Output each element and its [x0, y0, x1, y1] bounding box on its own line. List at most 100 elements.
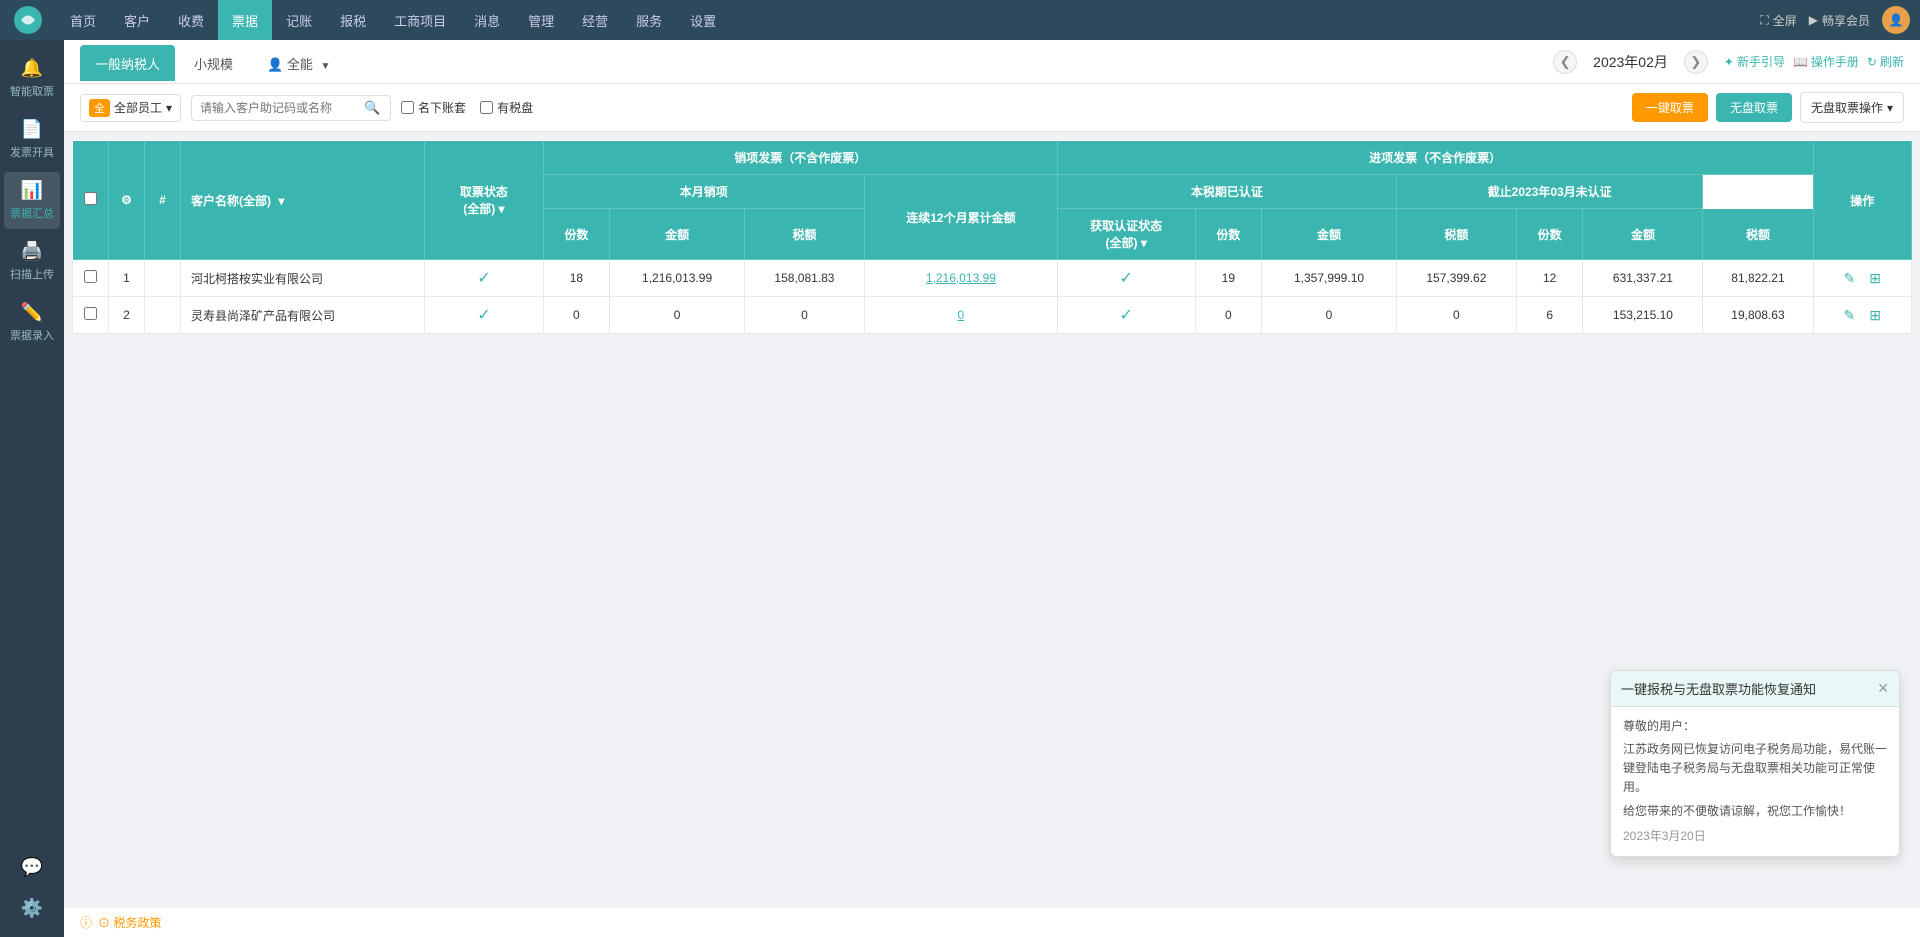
chat-icon: 💬: [21, 857, 43, 878]
sidebar-item-help[interactable]: 💬: [4, 849, 60, 886]
fullscreen-icon: ⛶: [1760, 13, 1768, 28]
no-disk-ops-btn[interactable]: 无盘取票操作 ▾: [1800, 92, 1904, 123]
row2-check[interactable]: [73, 297, 109, 334]
month-navigation: ❮ 2023年02月 ❯: [1553, 50, 1708, 74]
row1-pur-rec-tax: 157,399.62: [1396, 260, 1516, 297]
row1-customer: 河北柯搭桉实业有限公司: [181, 260, 425, 297]
row2-edit-icon[interactable]: ✎: [1844, 307, 1856, 324]
tab-all[interactable]: 👤 全能 ▼: [252, 45, 345, 81]
row2-pur-unrec-tax: 19,808.63: [1703, 297, 1813, 334]
th-sales-group: 销项发票（不含作废票）: [543, 141, 1057, 175]
employee-select[interactable]: 全 全部员工 ▾: [80, 94, 181, 122]
nav-invoice[interactable]: 票据: [218, 0, 272, 40]
tab-general-taxpayer[interactable]: 一般纳税人: [80, 45, 175, 81]
row1-sales-amount: 1,216,013.99: [610, 260, 745, 297]
sidebar-bottom: 💬 ⚙️: [4, 849, 60, 937]
refresh-icon: ↻: [1867, 55, 1877, 69]
fullscreen-btn[interactable]: ⛶ 全屏: [1760, 12, 1796, 29]
filter-checkboxes: 名下账套 有税盘: [401, 99, 533, 116]
nav-tax[interactable]: 报税: [326, 0, 380, 40]
row1-edit-icon[interactable]: ✎: [1844, 270, 1856, 287]
row1-detail-icon[interactable]: ⊞: [1869, 270, 1881, 287]
app-logo: [10, 2, 46, 38]
search-box: 🔍: [191, 95, 391, 121]
row2-sales-continuous[interactable]: 0: [864, 297, 1057, 334]
my-account-checkbox[interactable]: [401, 101, 414, 114]
search-input[interactable]: [200, 101, 360, 115]
th-purchase-group: 进项发票（不含作废票）: [1057, 141, 1813, 175]
bell-icon: 🔔: [21, 58, 43, 79]
settings-icon[interactable]: ⚙: [121, 193, 132, 207]
th-num: #: [145, 141, 181, 260]
row1-actions: ✎ ⊞: [1813, 260, 1911, 297]
tabs-actions: ✦ 新手引导 📖 操作手册 ↻ 刷新: [1724, 53, 1904, 70]
row1-check[interactable]: [73, 260, 109, 297]
row2-pur-rec-status: ✓: [1057, 297, 1195, 334]
popup-notification: 一键报税与无盘取票功能恢复通知 ✕ 尊敬的用户： 江苏政务网已恢复访问电子税务局…: [1610, 670, 1900, 857]
sidebar: 🔔 智能取票 📄 发票开具 📊 票据汇总 🖨️ 扫描上传 ✏️ 票据录入 💬 ⚙…: [0, 40, 64, 937]
nav-customer[interactable]: 客户: [110, 0, 164, 40]
sidebar-item-entry[interactable]: ✏️ 票据录入: [4, 294, 60, 351]
manual-btn[interactable]: 📖 操作手册: [1793, 53, 1859, 70]
sidebar-item-scan[interactable]: 🖨️ 扫描上传: [4, 233, 60, 290]
member-btn[interactable]: ▶ 畅享会员: [1809, 12, 1870, 29]
th-sales-month: 本月销项: [543, 175, 864, 209]
status-filter-icon: ▾: [499, 202, 505, 216]
nav-bookkeeping[interactable]: 记账: [272, 0, 326, 40]
select-all-checkbox[interactable]: [84, 192, 97, 205]
row2-detail-icon[interactable]: ⊞: [1869, 307, 1881, 324]
th-pur-rec-tax: 税额: [1396, 209, 1516, 260]
nav-service[interactable]: 服务: [622, 0, 676, 40]
row1-pur-rec-amount: 1,357,999.10: [1262, 260, 1397, 297]
toolbar: 全 全部员工 ▾ 🔍 名下账套 有税盘 一键取票 无盘取票: [64, 84, 1920, 132]
th-customer[interactable]: 客户名称(全部) ▾: [181, 141, 425, 260]
dropdown-arrow-icon: ▼: [320, 61, 330, 72]
employee-badge: 全: [89, 99, 110, 117]
nav-fee[interactable]: 收费: [164, 0, 218, 40]
tax-disk-checkbox[interactable]: [480, 101, 493, 114]
row2-sales-amount: 0: [610, 297, 745, 334]
play-icon: ▶: [1809, 13, 1818, 27]
row2-cancel-status: ✓: [425, 297, 543, 334]
th-cancel-status[interactable]: 取票状态(全部) ▾: [425, 141, 543, 260]
row2-customer: 灵寿县尚泽矿产品有限公司: [181, 297, 425, 334]
user-avatar[interactable]: 👤: [1882, 6, 1910, 34]
prev-month-btn[interactable]: ❮: [1553, 50, 1577, 74]
search-icon[interactable]: 🔍: [364, 100, 380, 116]
th-pur-rec-amount: 金额: [1262, 209, 1397, 260]
th-pur-unrec-amount: 金额: [1583, 209, 1703, 260]
popup-content: 江苏政务网已恢复访问电子税务局功能，易代账一键登陆电子税务局与无盘取票相关功能可…: [1623, 740, 1887, 798]
nav-settings[interactable]: 设置: [676, 0, 730, 40]
refresh-btn[interactable]: ↻ 刷新: [1867, 53, 1904, 70]
bottom-bar: ⓘ ⊙ 税务政策: [64, 907, 1920, 937]
new-guide-btn[interactable]: ✦ 新手引导: [1724, 53, 1785, 70]
filter-icon: ▾: [278, 194, 284, 208]
row1-sales-continuous[interactable]: 1,216,013.99: [864, 260, 1057, 297]
tab-small-scale[interactable]: 小规模: [179, 45, 248, 81]
sidebar-item-summary[interactable]: 📊 票据汇总: [4, 172, 60, 229]
row2-pur-unrec-amount: 153,215.10: [1583, 297, 1703, 334]
sidebar-item-open-invoice[interactable]: 📄 发票开具: [4, 111, 60, 168]
next-month-btn[interactable]: ❯: [1684, 50, 1708, 74]
nav-message[interactable]: 消息: [460, 0, 514, 40]
th-pur-rec-count: 份数: [1195, 209, 1262, 260]
nav-manage[interactable]: 管理: [514, 0, 568, 40]
sidebar-item-config[interactable]: ⚙️: [4, 890, 60, 927]
popup-close-btn[interactable]: ✕: [1877, 680, 1889, 697]
tax-policy-link[interactable]: ⊙ 税务政策: [98, 914, 161, 931]
nav-business[interactable]: 工商项目: [380, 0, 460, 40]
one-click-fetch-btn[interactable]: 一键取票: [1632, 93, 1708, 122]
popup-greeting: 尊敬的用户：: [1623, 717, 1887, 736]
checkbox-my-account[interactable]: 名下账套: [401, 99, 466, 116]
row2-pur-rec-count: 0: [1195, 297, 1262, 334]
no-disk-fetch-btn[interactable]: 无盘取票: [1716, 93, 1792, 122]
nav-operation[interactable]: 经营: [568, 0, 622, 40]
popup-header: 一键报税与无盘取票功能恢复通知 ✕: [1611, 671, 1899, 707]
book-icon: 📖: [1793, 55, 1808, 69]
sidebar-item-smart-fetch[interactable]: 🔔 智能取票: [4, 50, 60, 107]
gear-icon: ⚙️: [21, 898, 43, 919]
checkbox-tax-disk[interactable]: 有税盘: [480, 99, 533, 116]
th-pur-unrecognized: 截止2023年03月未认证: [1396, 175, 1703, 209]
th-pur-rec-status[interactable]: 获取认证状态(全部) ▾: [1057, 209, 1195, 260]
nav-home[interactable]: 首页: [56, 0, 110, 40]
